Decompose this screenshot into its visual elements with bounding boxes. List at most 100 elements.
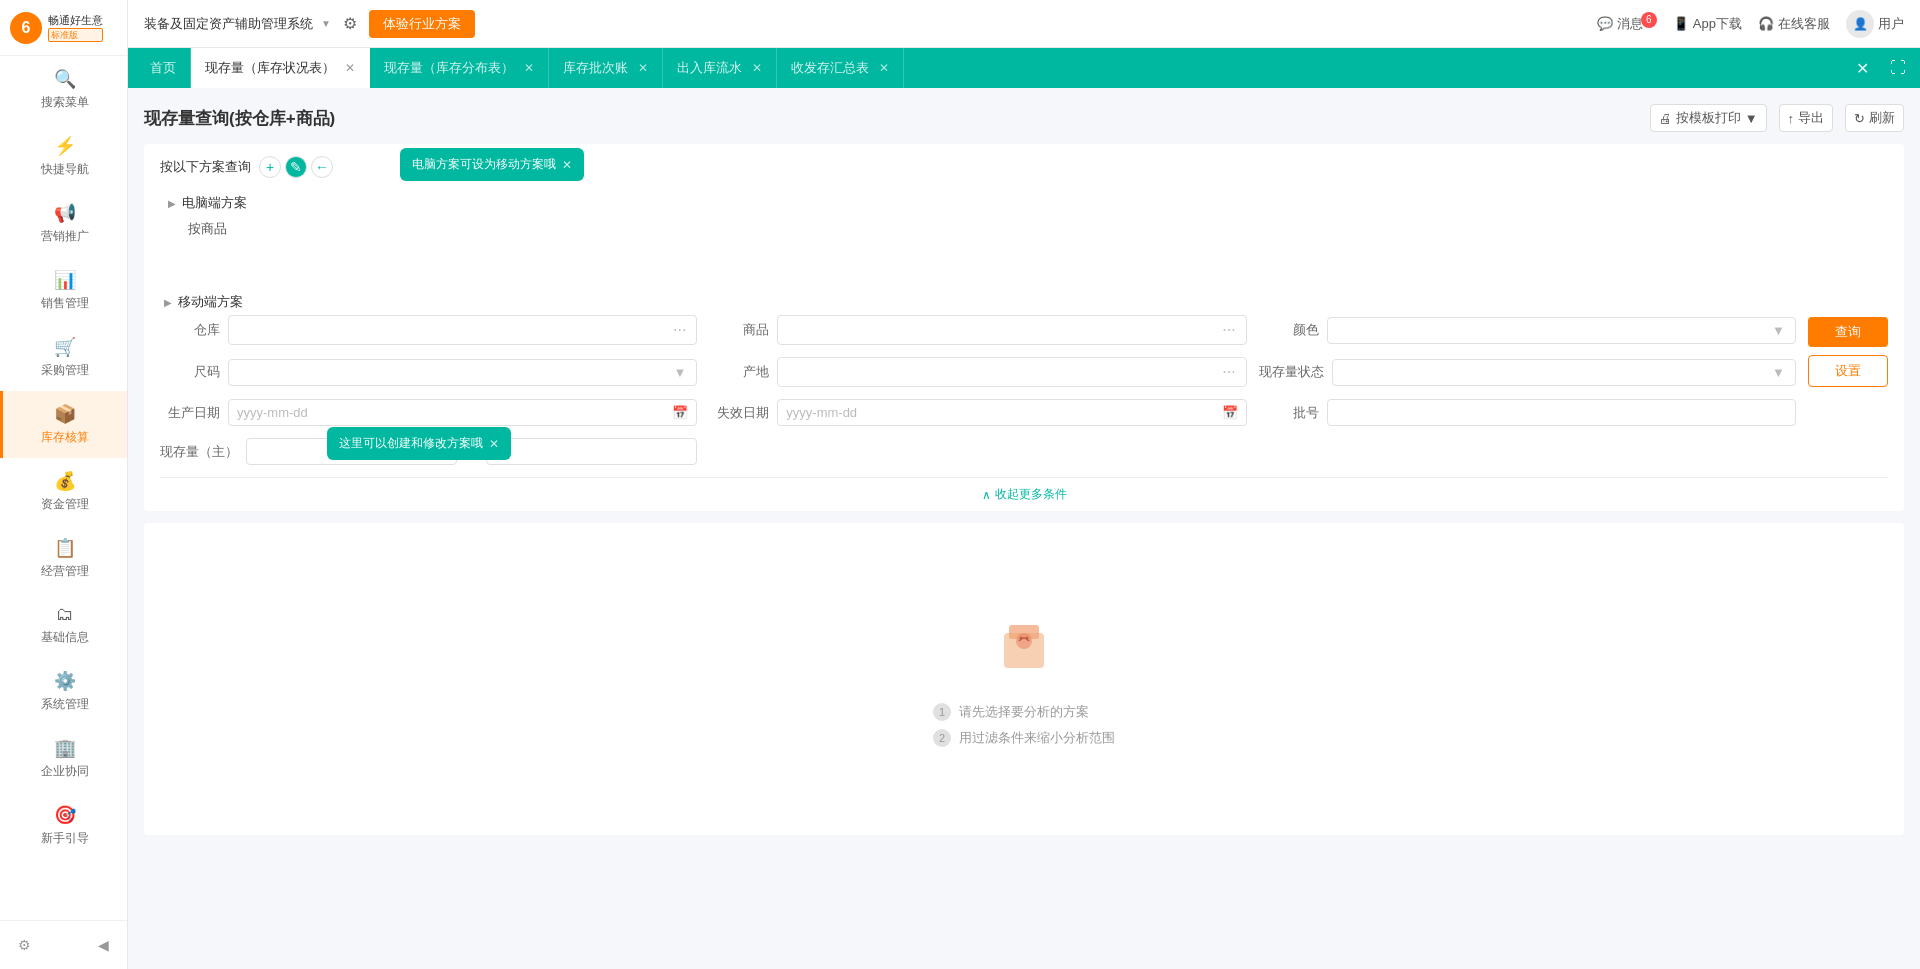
sidebar-item-operation[interactable]: 📋经营管理 <box>0 525 127 592</box>
produce-date-label: 生产日期 <box>160 404 220 422</box>
finance-icon: 💰 <box>54 470 76 492</box>
sidebar-item-enterprise[interactable]: 🏢企业协同 <box>0 725 127 792</box>
trial-button[interactable]: 体验行业方案 <box>369 10 475 38</box>
sidebar-item-label-finance: 资金管理 <box>41 496 89 513</box>
notice-icon: 💬 <box>1597 16 1613 31</box>
tooltip-edit-close[interactable]: ✕ <box>489 437 499 451</box>
batch-number-input[interactable] <box>1327 399 1796 426</box>
inventory-status-select[interactable]: ▼ <box>1332 359 1796 386</box>
refresh-button[interactable]: ↻ 刷新 <box>1845 104 1904 132</box>
edit-scheme-button[interactable]: ✎ <box>285 156 307 178</box>
sidebar-nav: 🔍搜索菜单⚡快捷导航 📢 营销推广 📊销售管理🛒采购管理📦库存核算 💰 资金管理 📋经营管理… <box>0 56 127 920</box>
add-scheme-button[interactable]: + <box>259 156 281 178</box>
sidebar-item-basic[interactable]: 🗂基础信息 <box>0 592 127 658</box>
scheme-arrow-icon: ▶ <box>168 198 176 209</box>
operation-icon: 📋 <box>54 537 76 559</box>
sales-icon: 📊 <box>54 269 76 291</box>
inventory-status-dropdown-icon: ▼ <box>1772 365 1785 380</box>
tab-receive-summary[interactable]: 收发存汇总表 ✕ <box>777 48 904 88</box>
search-button[interactable]: 查询 <box>1808 317 1888 347</box>
tab-label-in-out-flow: 出入库流水 <box>677 59 742 77</box>
page-title: 现存量查询(按仓库+商品) <box>144 107 335 130</box>
tab-close-all-icon[interactable]: ✕ <box>1848 54 1876 82</box>
inventory-qty-max[interactable] <box>486 438 697 465</box>
produce-date-start[interactable]: yyyy-mm-dd 📅 <box>228 399 697 426</box>
main-area: 装备及固定资产辅助管理系统 ▼ ⚙ 体验行业方案 💬 消息 6 📱 App下载 … <box>128 0 1920 969</box>
scheme-by-goods[interactable]: 按商品 <box>160 216 1888 242</box>
basic-icon: 🗂 <box>56 604 74 625</box>
goods-field: 商品 ··· <box>709 315 1246 345</box>
sidebar-item-guide[interactable]: 🎯新手引导 <box>0 792 127 859</box>
tab-close-inventory-status[interactable]: ✕ <box>345 61 355 75</box>
tooltip-edit-scheme: 这里可以创建和修改方案哦 ✕ <box>327 427 511 460</box>
size-select[interactable]: ▼ <box>228 359 697 386</box>
tab-close-receive-summary[interactable]: ✕ <box>879 61 889 75</box>
sidebar-item-sales[interactable]: 📊销售管理 <box>0 257 127 324</box>
sidebar-item-search[interactable]: 🔍搜索菜单 <box>0 56 127 123</box>
tab-home[interactable]: 首页 <box>136 48 191 88</box>
print-button[interactable]: 🖨 按模板打印 ▼ <box>1650 104 1767 132</box>
expire-date-start[interactable]: yyyy-mm-dd 📅 <box>777 399 1246 426</box>
settings-icon[interactable]: ⚙ <box>10 931 38 959</box>
reset-button[interactable]: 设置 <box>1808 355 1888 387</box>
sidebar-item-system[interactable]: ⚙️系统管理 <box>0 658 127 725</box>
collapse-sidebar-icon[interactable]: ◀ <box>89 931 117 959</box>
tab-label-receive-summary: 收发存汇总表 <box>791 59 869 77</box>
notice-button[interactable]: 💬 消息 6 <box>1597 15 1657 33</box>
user-avatar[interactable]: 👤 用户 <box>1846 10 1904 38</box>
headset-icon: 🎧 <box>1758 16 1774 31</box>
notice-badge: 6 <box>1641 12 1657 28</box>
tab-in-out-flow[interactable]: 出入库流水 ✕ <box>663 48 777 88</box>
marketing-icon: 📢 <box>54 202 76 224</box>
tab-inventory-status[interactable]: 现存量（库存状况表）✕ <box>191 48 370 88</box>
size-field: 尺码 ▼ <box>160 359 697 386</box>
sidebar-item-label-marketing: 营销推广 <box>41 228 89 245</box>
online-service-button[interactable]: 🎧 在线客服 <box>1758 15 1830 33</box>
sidebar-item-inventory[interactable]: 📦库存核算 <box>0 391 127 458</box>
filter-side-buttons: 查询 设置 <box>1808 315 1888 477</box>
export-button[interactable]: ↑ 导出 <box>1779 104 1834 132</box>
sidebar-item-quick[interactable]: ⚡快捷导航 <box>0 123 127 190</box>
notice-label: 消息 <box>1617 15 1643 33</box>
enterprise-icon: 🏢 <box>54 737 76 759</box>
tab-close-in-out-flow[interactable]: ✕ <box>752 61 762 75</box>
system-icon: ⚙️ <box>54 670 76 692</box>
warehouse-input[interactable]: ··· <box>228 315 697 345</box>
prev-scheme-button[interactable]: ← <box>311 156 333 178</box>
system-dropdown-icon[interactable]: ▼ <box>321 18 331 29</box>
purchase-icon: 🛒 <box>54 336 76 358</box>
app-download-button[interactable]: 📱 App下载 <box>1673 15 1742 33</box>
tab-inventory-batch[interactable]: 库存批次账 ✕ <box>549 48 663 88</box>
tab-label-inventory-batch: 库存批次账 <box>563 59 628 77</box>
sidebar-item-marketing[interactable]: 📢 营销推广 <box>0 190 127 257</box>
header-system: 装备及固定资产辅助管理系统 ▼ <box>144 15 331 33</box>
phone-icon: 📱 <box>1673 16 1689 31</box>
sidebar-item-label-search: 搜索菜单 <box>41 94 89 111</box>
tooltip-add-text: 电脑方案可设为移动方案哦 <box>412 156 556 173</box>
size-dropdown-icon: ▼ <box>673 365 686 380</box>
filter-area: 按以下方案查询 + ✎ ← 电脑方案可设为移动方案哦 ✕ ▶ 电脑端方案 <box>144 144 1904 511</box>
tab-bar: 首页现存量（库存状况表）✕现存量（库存分布表）✕库存批次账✕出入库流水✕收发存汇… <box>128 48 1920 88</box>
collapse-bar[interactable]: ∧ 收起更多条件 <box>160 477 1888 511</box>
goods-input[interactable]: ··· <box>777 315 1246 345</box>
origin-input[interactable]: ··· <box>777 357 1246 387</box>
tab-close-inventory-batch[interactable]: ✕ <box>638 61 648 75</box>
color-select[interactable]: ▼ <box>1327 317 1796 344</box>
sidebar-item-finance[interactable]: 💰 资金管理 <box>0 458 127 525</box>
expire-date-field: 失效日期 yyyy-mm-dd 📅 <box>709 399 1246 426</box>
scheme-desktop[interactable]: ▶ 电脑端方案 <box>160 190 1888 216</box>
header-settings-icon[interactable]: ⚙ <box>343 14 357 33</box>
print-icon: 🖨 <box>1659 111 1672 126</box>
scheme-mobile[interactable]: ▶ 移动端方案 <box>160 289 1888 315</box>
tooltip-add-close[interactable]: ✕ <box>562 158 572 172</box>
sidebar-item-purchase[interactable]: 🛒采购管理 <box>0 324 127 391</box>
empty-step-1: 1 请先选择要分析的方案 <box>933 703 1115 721</box>
tab-fullscreen-icon[interactable]: ⛶ <box>1884 54 1912 82</box>
tab-inventory-dist[interactable]: 现存量（库存分布表）✕ <box>370 48 549 88</box>
scheme-desktop-label: 电脑端方案 <box>182 194 247 212</box>
filter-row-2: 尺码 ▼ 产地 ··· <box>160 357 1796 387</box>
color-dropdown-icon: ▼ <box>1772 323 1785 338</box>
guide-icon: 🎯 <box>54 804 76 826</box>
svg-point-4 <box>1026 637 1029 640</box>
tab-close-inventory-dist[interactable]: ✕ <box>524 61 534 75</box>
